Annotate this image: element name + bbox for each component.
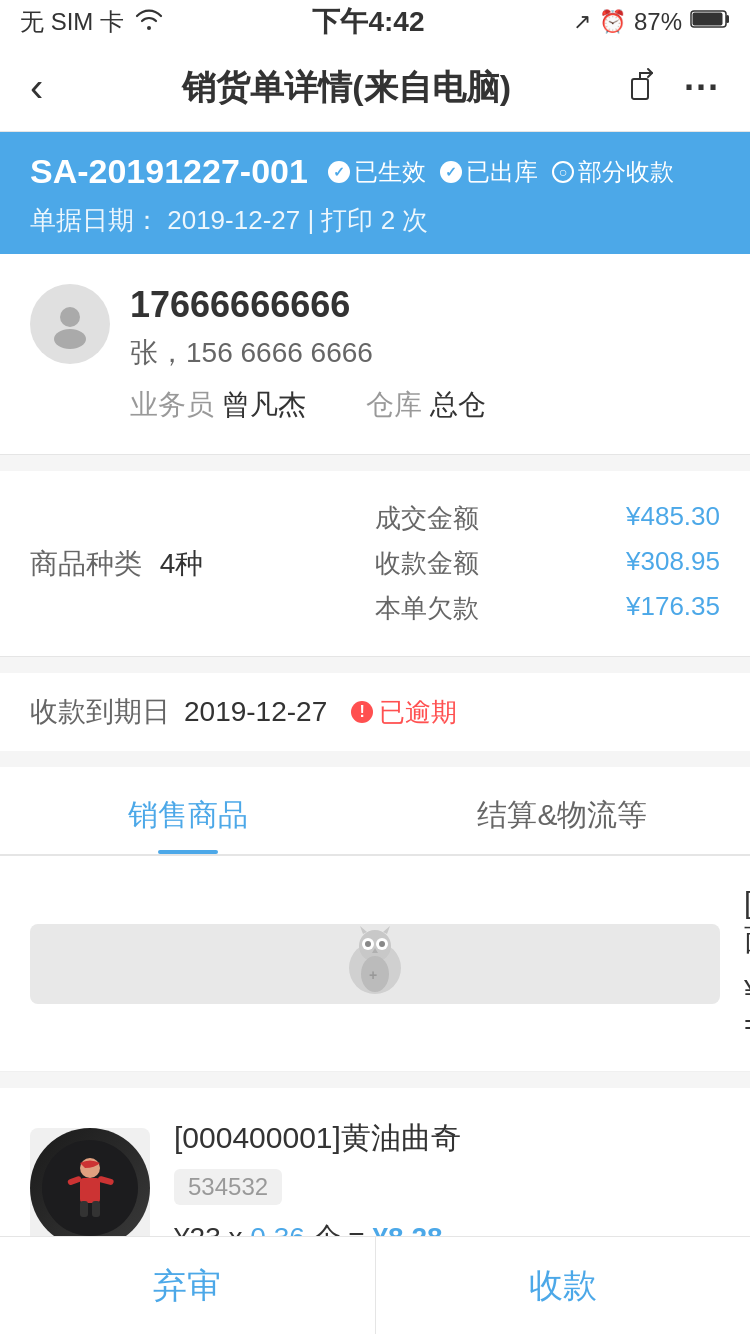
collection-value: ¥308.95 bbox=[626, 546, 720, 581]
svg-rect-19 bbox=[80, 1178, 100, 1203]
collect-payment-label: 收款 bbox=[529, 1263, 597, 1309]
overdue-exclamation-icon: ! bbox=[351, 701, 373, 723]
sales-meta: 业务员 曾凡杰 bbox=[130, 386, 306, 424]
avatar bbox=[30, 284, 110, 364]
overdue-section: 收款到期日 2019-12-27 ! 已逾期 bbox=[0, 673, 750, 751]
status-bar-left: 无 SIM 卡 bbox=[20, 6, 164, 38]
status-effected: ✓ 已生效 bbox=[328, 156, 426, 188]
clock-icon: ○ bbox=[552, 161, 574, 183]
status-bar-right: ↗ ⏰ 87% bbox=[573, 8, 730, 36]
alarm-icon: ⏰ bbox=[599, 9, 626, 35]
tab-sales-products[interactable]: 销售商品 bbox=[0, 767, 375, 854]
svg-marker-14 bbox=[383, 926, 390, 934]
overdue-date: 2019-12-27 bbox=[184, 696, 327, 728]
status-shipped: ✓ 已出库 bbox=[440, 156, 538, 188]
product-list: + [0000002]面包 ¥40 x 5 袋 = ¥199.99 bbox=[0, 856, 750, 1288]
customer-section: 17666666666 张，156 6666 6666 业务员 曾凡杰 仓库 总… bbox=[0, 254, 750, 455]
overdue-text: 已逾期 bbox=[379, 695, 457, 730]
carrier-label: 无 SIM 卡 bbox=[20, 6, 124, 38]
date-label: 单据日期： bbox=[30, 205, 160, 235]
warehouse-label: 仓库 bbox=[366, 386, 422, 424]
check-icon-1: ✓ bbox=[328, 161, 350, 183]
cancel-review-button[interactable]: 弃审 bbox=[0, 1237, 376, 1334]
more-icon[interactable]: ··· bbox=[684, 67, 720, 109]
customer-name: 17666666666 bbox=[130, 284, 720, 326]
wifi-icon bbox=[134, 8, 164, 36]
product-type-value: 4种 bbox=[160, 548, 204, 579]
back-button[interactable]: ‹ bbox=[30, 55, 63, 120]
product-info-1: [0000002]面包 ¥40 x 5 袋 = ¥199.99 bbox=[744, 886, 750, 1041]
sales-label: 业务员 bbox=[130, 386, 214, 424]
stats-left: 商品种类 4种 bbox=[30, 501, 375, 626]
print-count: 2 bbox=[381, 205, 395, 235]
svg-point-5 bbox=[54, 329, 86, 349]
svg-rect-21 bbox=[92, 1201, 100, 1217]
product-name-1: [0000002]面包 bbox=[744, 886, 750, 961]
svg-rect-3 bbox=[632, 79, 648, 99]
nav-bar: ‹ 销货单详情(来自电脑) ··· bbox=[0, 44, 750, 132]
customer-contact: 张，156 6666 6666 bbox=[130, 334, 720, 372]
stats-section: 商品种类 4种 成交金额 ¥485.30 收款金额 ¥308.95 本单欠款 ¥… bbox=[0, 471, 750, 657]
battery-label: 87% bbox=[634, 8, 682, 36]
tabs: 销售商品 结算&物流等 bbox=[0, 767, 750, 856]
deal-amount-row: 成交金额 ¥485.30 bbox=[375, 501, 720, 536]
overdue-label: 收款到期日 bbox=[30, 693, 170, 731]
status-partial-payment: ○ 部分收款 bbox=[552, 156, 674, 188]
svg-point-11 bbox=[379, 941, 385, 947]
debt-value: ¥176.35 bbox=[626, 591, 720, 626]
product-name-2: [000400001]黄油曲奇 bbox=[174, 1118, 720, 1159]
bottom-toolbar: 弃审 收款 bbox=[0, 1236, 750, 1334]
sales-name: 曾凡杰 bbox=[222, 386, 306, 424]
order-header: SA-20191227-001 ✓ 已生效 ✓ 已出库 ○ 部分收款 单据日期：… bbox=[0, 132, 750, 254]
nav-actions: ··· bbox=[630, 67, 720, 109]
product-item-1: + [0000002]面包 ¥40 x 5 袋 = ¥199.99 bbox=[0, 856, 750, 1072]
product-type-item: 商品种类 4种 bbox=[30, 545, 375, 583]
print-suffix: 次 bbox=[402, 205, 428, 235]
svg-point-10 bbox=[365, 941, 371, 947]
status-badges: ✓ 已生效 ✓ 已出库 ○ 部分收款 bbox=[328, 156, 674, 188]
svg-text:+: + bbox=[369, 967, 377, 983]
share-icon[interactable] bbox=[630, 67, 664, 109]
svg-rect-20 bbox=[80, 1201, 88, 1217]
svg-rect-2 bbox=[692, 13, 722, 26]
collect-payment-button[interactable]: 收款 bbox=[376, 1237, 751, 1334]
debt-label: 本单欠款 bbox=[375, 591, 479, 626]
location-icon: ↗ bbox=[573, 9, 591, 35]
check-icon-2: ✓ bbox=[440, 161, 462, 183]
debt-row: 本单欠款 ¥176.35 bbox=[375, 591, 720, 626]
status-time: 下午4:42 bbox=[312, 3, 424, 41]
svg-rect-1 bbox=[726, 15, 729, 23]
svg-point-4 bbox=[60, 307, 80, 327]
customer-info: 17666666666 张，156 6666 6666 业务员 曾凡杰 仓库 总… bbox=[130, 284, 720, 424]
warehouse-meta: 仓库 总仓 bbox=[366, 386, 486, 424]
product-sku-2: 534532 bbox=[174, 1169, 282, 1205]
product-thumb-1: + bbox=[30, 924, 720, 1004]
deal-amount-label: 成交金额 bbox=[375, 501, 479, 536]
order-id: SA-20191227-001 bbox=[30, 152, 308, 191]
order-date-row: 单据日期： 2019-12-27 | 打印 2 次 bbox=[30, 203, 720, 238]
customer-meta: 业务员 曾凡杰 仓库 总仓 bbox=[130, 386, 720, 424]
tab-settlement-logistics[interactable]: 结算&物流等 bbox=[375, 767, 750, 854]
collection-label: 收款金额 bbox=[375, 546, 479, 581]
status-bar: 无 SIM 卡 下午4:42 ↗ ⏰ 87% bbox=[0, 0, 750, 44]
deal-amount-value: ¥485.30 bbox=[626, 501, 720, 536]
print-label: | 打印 bbox=[307, 205, 373, 235]
collection-row: 收款金额 ¥308.95 bbox=[375, 546, 720, 581]
product-thumb-2 bbox=[30, 1128, 150, 1248]
page-title: 销货单详情(来自电脑) bbox=[63, 65, 630, 111]
cancel-review-label: 弃审 bbox=[153, 1263, 221, 1309]
order-date: 2019-12-27 bbox=[167, 205, 300, 235]
product-type-label: 商品种类 bbox=[30, 548, 142, 579]
product-price-1: ¥40 x 5 袋 = ¥199.99 bbox=[744, 971, 750, 1041]
warehouse-name: 总仓 bbox=[430, 386, 486, 424]
stats-right: 成交金额 ¥485.30 收款金额 ¥308.95 本单欠款 ¥176.35 bbox=[375, 501, 720, 626]
battery-icon bbox=[690, 8, 730, 36]
svg-marker-13 bbox=[360, 926, 367, 934]
overdue-badge: ! 已逾期 bbox=[351, 695, 457, 730]
